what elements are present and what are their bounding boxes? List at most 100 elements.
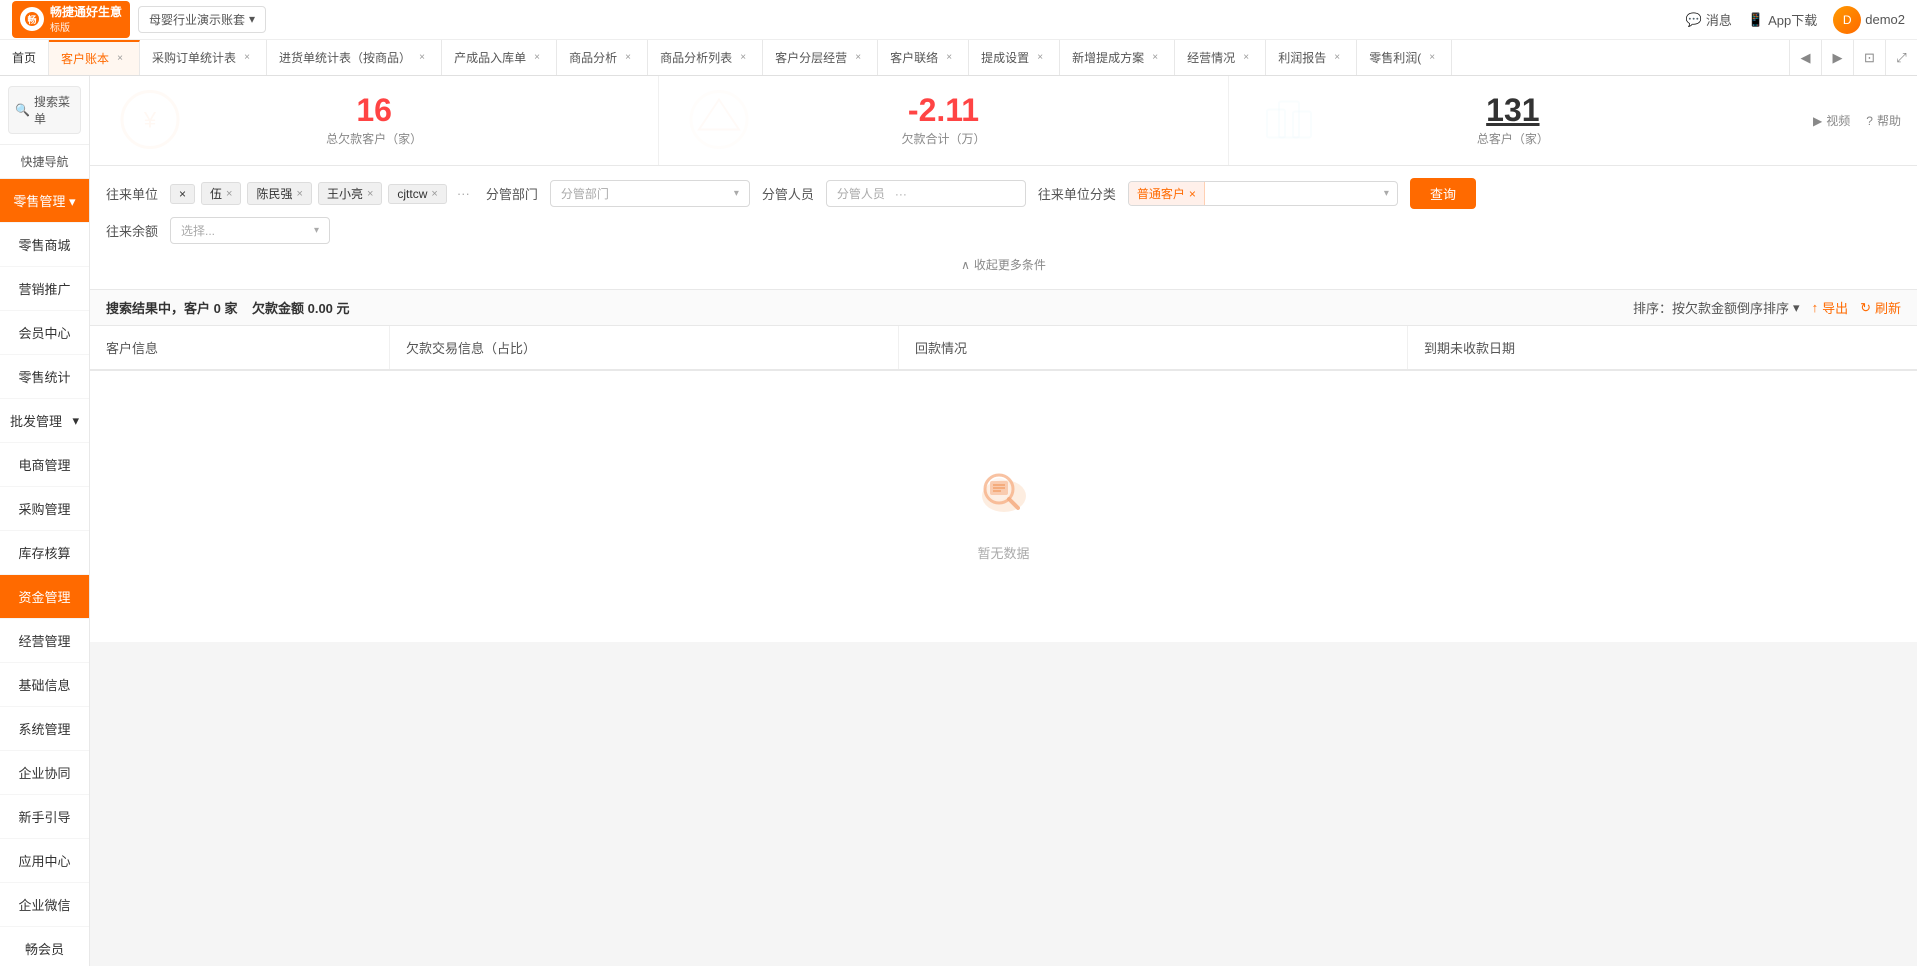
query-btn[interactable]: 查询 [1410, 178, 1476, 209]
unit-tag-wu[interactable]: 伍 × [201, 182, 241, 205]
account-selector[interactable]: 母婴行业演示账套 ▾ [138, 6, 266, 33]
sidebar-item-marketing[interactable]: 营销推广 [0, 267, 89, 311]
sidebar-item-ecommerce[interactable]: 电商管理 [0, 443, 89, 487]
sidebar-item-operations-label: 经营管理 [18, 634, 70, 649]
sidebar-item-member[interactable]: 会员中心 [0, 311, 89, 355]
tab-business-status[interactable]: 经营情况 × [1175, 40, 1266, 76]
person-more-icon[interactable]: ··· [891, 187, 911, 201]
sidebar-item-finance[interactable]: 资金管理 [0, 575, 89, 619]
category-tag-remove[interactable]: × [1189, 187, 1196, 201]
sidebar-item-enterprise-collab-label: 企业协同 [18, 766, 70, 781]
tab-home[interactable]: 首页 [0, 40, 49, 76]
table-header: 客户信息 欠款交易信息（占比） 回款情况 到期未收款日期 [90, 326, 1917, 371]
tab-purchase-order-stats[interactable]: 采购订单统计表 × [140, 40, 267, 76]
person-filter-select[interactable]: 分管人员 ··· [826, 180, 1026, 207]
unit-tag-chen-remove[interactable]: × [297, 188, 303, 200]
tab-customer-book-close[interactable]: × [113, 52, 127, 66]
balance-filter-select[interactable]: 选择... ▾ [170, 217, 330, 244]
category-tag-label: 普通客户 [1137, 185, 1185, 202]
search-icon: 🔍 [15, 103, 30, 117]
export-btn[interactable]: ↑ 导出 [1812, 298, 1849, 317]
tab-customer-segmentation-close[interactable]: × [851, 51, 865, 65]
category-search-input[interactable] [1205, 184, 1376, 204]
sidebar-item-vip-member[interactable]: 畅会员 [0, 927, 89, 966]
tab-product-analysis-close[interactable]: × [621, 51, 635, 65]
tab-product-analysis-list[interactable]: 商品分析列表 × [648, 40, 763, 76]
play-icon: ▶ [1813, 114, 1822, 128]
tab-customer-segmentation[interactable]: 客户分层经营 × [763, 40, 878, 76]
unit-tag-chen[interactable]: 陈民强 × [247, 182, 311, 205]
sidebar-item-purchase[interactable]: 采购管理 [0, 487, 89, 531]
refresh-btn[interactable]: ↻ 刷新 [1860, 298, 1901, 317]
svg-text:¥: ¥ [143, 107, 157, 132]
sidebar-item-retail-stats[interactable]: 零售统计 [0, 355, 89, 399]
department-filter-select[interactable]: 分管部门 ▾ [550, 180, 750, 207]
stat-credit-total: -2.11 欠款合计（万） [659, 76, 1228, 165]
tab-promotion-settings-label: 提成设置 [981, 49, 1029, 66]
tab-inbound-stats-close[interactable]: × [415, 51, 429, 65]
result-credit-label: 欠款金额 [252, 301, 304, 316]
tab-retail-profit-close[interactable]: × [1425, 51, 1439, 65]
quick-nav-btn[interactable]: 快捷导航 [0, 145, 89, 179]
sort-btn[interactable]: 排序：按欠款金额倒序排序 ▾ [1633, 298, 1800, 317]
logo-area: 畅 畅捷通好生意 标版 [12, 1, 130, 38]
search-menu-label: 搜索菜单 [34, 93, 74, 127]
tab-customer-contact-close[interactable]: × [942, 51, 956, 65]
avatar: D [1833, 6, 1861, 34]
tab-inbound-stats[interactable]: 进货单统计表（按商品） × [267, 40, 442, 76]
tab-product-analysis-list-label: 商品分析列表 [660, 49, 732, 66]
sidebar-item-enterprise-wechat[interactable]: 企业微信 [0, 883, 89, 927]
sidebar-item-retail-stats-label: 零售统计 [18, 370, 70, 385]
app-download-btn[interactable]: 📱 App下载 [1748, 10, 1817, 29]
sidebar-item-inventory[interactable]: 库存核算 [0, 531, 89, 575]
sort-label: 排序：按欠款金额倒序排序 [1633, 298, 1789, 317]
unit-tag-wu-remove[interactable]: × [226, 188, 232, 200]
tab-fullscreen[interactable]: ⤢ [1885, 40, 1917, 76]
sidebar-item-wholesale[interactable]: 批发管理 ▾ [0, 399, 89, 443]
tab-promotion-settings-close[interactable]: × [1033, 51, 1047, 65]
unit-tag-cjttcw[interactable]: cjttcw × [388, 184, 446, 204]
tab-customer-book[interactable]: 客户账本 × [49, 40, 140, 76]
sidebar-item-basic-info[interactable]: 基础信息 [0, 663, 89, 707]
sidebar-item-operations[interactable]: 经营管理 [0, 619, 89, 663]
tab-customer-contact[interactable]: 客户联络 × [878, 40, 969, 76]
search-menu-btn[interactable]: 🔍 搜索菜单 [8, 86, 81, 134]
tab-product-inbound[interactable]: 产成品入库单 × [442, 40, 557, 76]
collapse-btn[interactable]: ∧ 收起更多条件 [957, 252, 1050, 277]
help-btn[interactable]: ? 帮助 [1866, 112, 1901, 129]
tab-expand[interactable]: ⊡ [1853, 40, 1885, 76]
sidebar-item-retail[interactable]: 零售管理 ▾ [0, 179, 89, 223]
tab-business-status-close[interactable]: × [1239, 51, 1253, 65]
video-btn[interactable]: ▶ 视频 [1813, 112, 1850, 129]
tab-purchase-order-close[interactable]: × [240, 51, 254, 65]
unit-tag-all[interactable]: × [170, 184, 195, 204]
unit-tag-wang[interactable]: 王小亮 × [318, 182, 382, 205]
user-profile-btn[interactable]: D demo2 [1833, 6, 1905, 34]
tab-product-analysis-list-close[interactable]: × [736, 51, 750, 65]
tab-promotion-settings[interactable]: 提成设置 × [969, 40, 1060, 76]
tab-product-inbound-close[interactable]: × [530, 51, 544, 65]
tab-product-analysis[interactable]: 商品分析 × [557, 40, 648, 76]
person-filter-label: 分管人员 [762, 184, 814, 203]
messages-btn[interactable]: 💬 消息 [1686, 10, 1732, 29]
tab-new-promotion-plan[interactable]: 新增提成方案 × [1060, 40, 1175, 76]
stats-bar: ¥ 16 总欠款客户（家） -2.11 欠款合计（万） [90, 76, 1917, 166]
sidebar-item-app-center[interactable]: 应用中心 [0, 839, 89, 883]
tab-new-promotion-plan-close[interactable]: × [1148, 51, 1162, 65]
tab-scroll-left[interactable]: ◀ [1789, 40, 1821, 76]
sidebar-item-new-guide[interactable]: 新手引导 [0, 795, 89, 839]
tab-profit-report-label: 利润报告 [1278, 49, 1326, 66]
sidebar-item-system[interactable]: 系统管理 [0, 707, 89, 751]
unit-tag-wang-remove[interactable]: × [367, 188, 373, 200]
sidebar-item-retail-mall[interactable]: 零售商城 [0, 223, 89, 267]
sidebar-item-enterprise-collab[interactable]: 企业协同 [0, 751, 89, 795]
th-customer-info: 客户信息 [90, 326, 390, 369]
unit-tag-cjttcw-remove[interactable]: × [431, 188, 437, 200]
category-filter-select[interactable]: 普通客户 × ▾ [1128, 181, 1398, 206]
tab-profit-report-close[interactable]: × [1330, 51, 1344, 65]
tab-scroll-right[interactable]: ▶ [1821, 40, 1853, 76]
tab-retail-profit[interactable]: 零售利润( × [1357, 40, 1452, 76]
unit-more-btn[interactable]: ··· [453, 186, 474, 201]
tab-profit-report[interactable]: 利润报告 × [1266, 40, 1357, 76]
empty-state: 暂无数据 [90, 371, 1917, 642]
